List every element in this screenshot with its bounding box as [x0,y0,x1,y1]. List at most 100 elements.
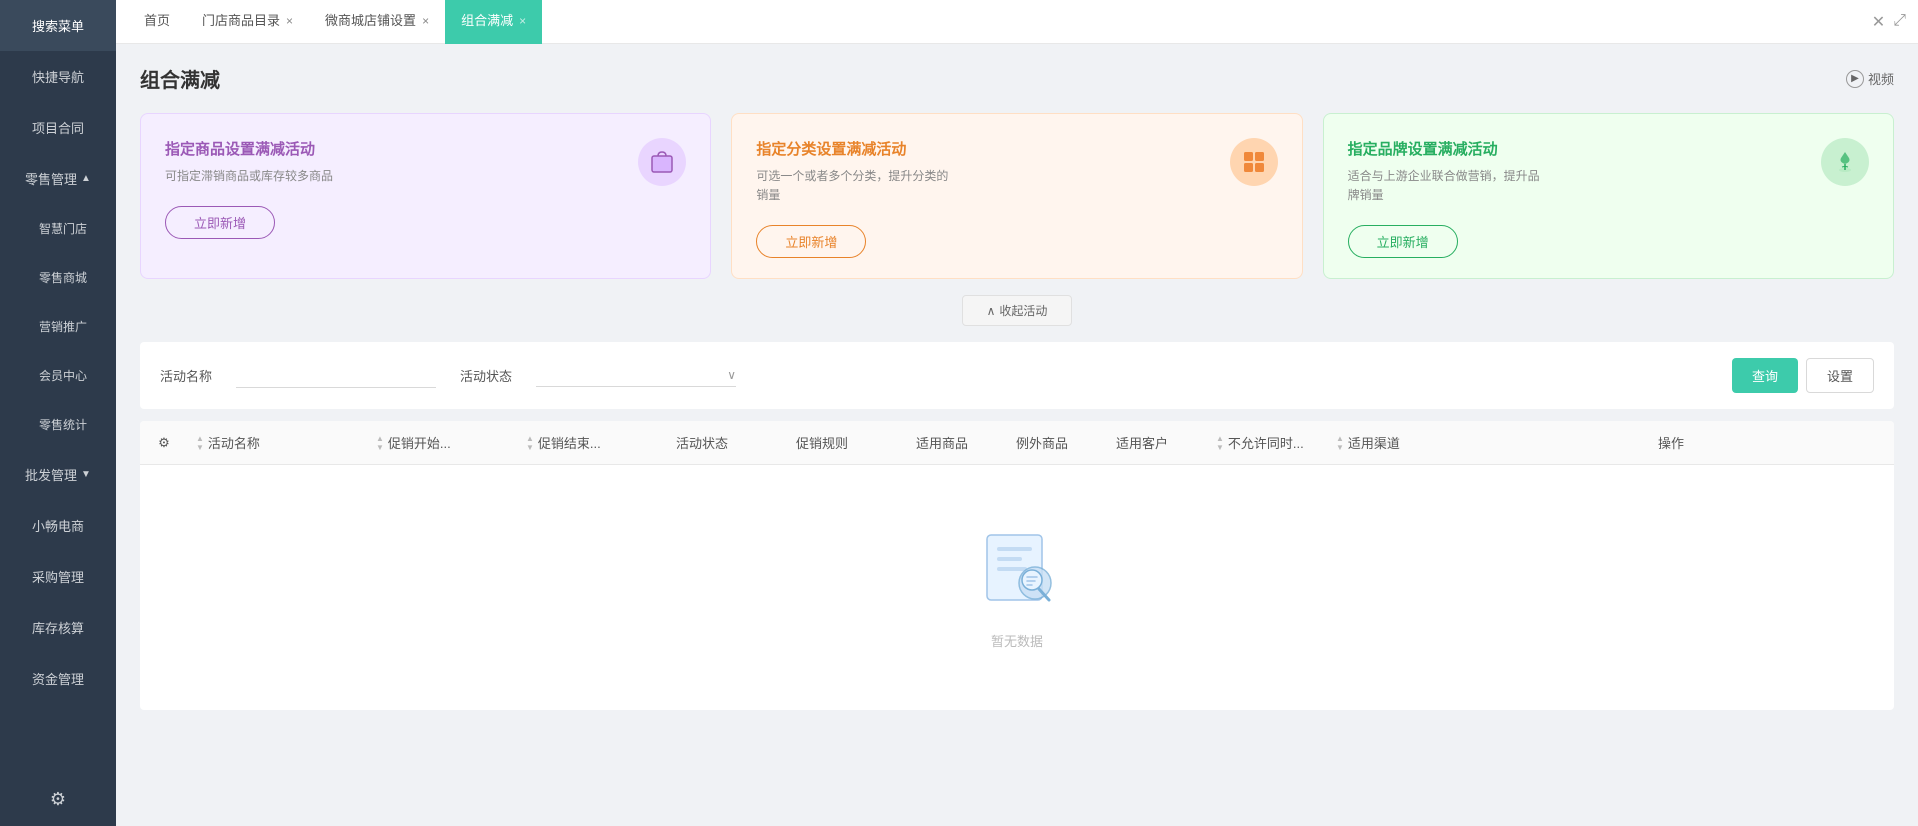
tab-store-catalog[interactable]: 门店商品目录 × [186,0,309,44]
collapse-bar: ∧ 收起活动 [140,295,1894,326]
activity-name-filter-label: 活动名称 [160,366,212,385]
category-card-icon [1230,138,1278,186]
category-card-add-button[interactable]: 立即新增 [756,225,866,258]
setting-button[interactable]: 设置 [1806,358,1874,393]
page-title: 组合满减 [140,64,220,93]
sidebar-item-label: 零售商城 [39,271,87,285]
close-icon[interactable]: × [286,0,293,43]
product-activity-card: 指定商品设置满减活动 可指定滞销商品或库存较多商品 立即新增 [140,113,711,279]
close-icon[interactable]: × [422,0,429,43]
empty-state: 暂无数据 [140,465,1894,710]
th-applicable-channel[interactable]: ▲▼ 适用渠道 [1328,421,1448,464]
th-no-concurrent[interactable]: ▲▼ 不允许同时... [1208,421,1328,464]
tab-wechat-store-settings-label: 微商城店铺设置 [325,0,416,43]
th-promo-start-label: 促销开始... [388,433,451,452]
th-no-concurrent-label: 不允许同时... [1228,433,1304,452]
sidebar-item-member-center[interactable]: 会员中心 [0,351,116,400]
sidebar-item-marketing[interactable]: 营销推广 [0,302,116,351]
sidebar-item-retail-mall[interactable]: 零售商城 [0,253,116,302]
sidebar-settings-button[interactable]: ⚙ [0,773,116,826]
page-content: 组合满减 ▶ 视频 指定商品设置满减活动 可指定滞销商品或库存较多商品 [116,44,1918,826]
sort-icon: ▲▼ [526,434,534,452]
activity-status-select[interactable]: ∨ [536,364,736,387]
gear-icon: ⚙ [50,789,66,809]
sidebar-item-label: 快捷导航 [32,70,84,85]
th-activity-name[interactable]: ▲▼ 活动名称 [188,421,368,464]
window-expand-icon[interactable]: ⤢ [1893,12,1906,32]
sidebar-item-label: 营销推广 [39,320,87,334]
video-label: 视频 [1868,69,1894,88]
th-promo-rule: 促销规则 [788,421,908,464]
brand-activity-card: 指定品牌设置满减活动 适合与上游企业联合做营销，提升品牌销量 立即新增 [1323,113,1894,279]
filter-actions: 查询 设置 [1732,358,1874,393]
sidebar-item-project-contract[interactable]: 项目合同 [0,102,116,153]
brand-card-desc: 适合与上游企业联合做营销，提升品牌销量 [1348,167,1548,205]
page-header: 组合满减 ▶ 视频 [140,64,1894,93]
th-promo-rule-label: 促销规则 [796,433,848,452]
collapse-button[interactable]: ∧ 收起活动 [962,295,1073,326]
sidebar-item-retail-management[interactable]: 零售管理 ▲ [0,153,116,204]
tab-home-label: 首页 [144,0,170,43]
sidebar-item-xiochang-ecommerce[interactable]: 小畅电商 [0,500,116,551]
chevron-up-icon: ∧ [987,304,996,318]
th-promo-start[interactable]: ▲▼ 促销开始... [368,421,518,464]
category-card-desc: 可选一个或者多个分类，提升分类的销量 [756,167,956,205]
table-header: ⚙ ▲▼ 活动名称 ▲▼ 促销开始... ▲▼ 促销结束... 活动状态 [140,421,1894,465]
th-activity-status: 活动状态 [668,421,788,464]
data-table: ⚙ ▲▼ 活动名称 ▲▼ 促销开始... ▲▼ 促销结束... 活动状态 [140,421,1894,710]
sidebar-item-label: 零售统计 [39,418,87,432]
sidebar-item-quick-nav[interactable]: 快捷导航 [0,51,116,102]
category-card-title: 指定分类设置满减活动 [756,138,1277,159]
sort-icon: ▲▼ [196,434,204,452]
th-applicable-product-label: 适用商品 [916,433,968,452]
play-icon: ▶ [1846,70,1864,88]
chevron-down-icon: ▼ [81,469,91,480]
product-card-desc: 可指定滞销商品或库存较多商品 [165,167,365,186]
sidebar-item-label: 零售管理 [25,169,77,188]
category-activity-card: 指定分类设置满减活动 可选一个或者多个分类，提升分类的销量 立即新增 [731,113,1302,279]
sidebar-item-label: 批发管理 [25,465,77,484]
brand-card-icon [1821,138,1869,186]
th-promo-end[interactable]: ▲▼ 促销结束... [518,421,668,464]
video-link[interactable]: ▶ 视频 [1846,69,1894,88]
th-action-label: 操作 [1658,433,1684,452]
brand-card-title: 指定品牌设置满减活动 [1348,138,1869,159]
gear-icon: ⚙ [158,435,170,451]
th-applicable-customer-label: 适用客户 [1116,433,1168,452]
window-close-icon[interactable]: ✕ [1872,12,1885,32]
tab-wechat-store-settings[interactable]: 微商城店铺设置 × [309,0,445,44]
sort-icon: ▲▼ [376,434,384,452]
close-icon[interactable]: × [519,0,526,43]
sidebar-item-label: 资金管理 [32,672,84,687]
sidebar-item-purchase-management[interactable]: 采购管理 [0,551,116,602]
product-card-icon [638,138,686,186]
sidebar-item-label: 库存核算 [32,621,84,636]
collapse-label: 收起活动 [999,302,1047,319]
query-button[interactable]: 查询 [1732,358,1798,393]
tab-bar: 首页 门店商品目录 × 微商城店铺设置 × 组合满减 × ✕ ⤢ [116,0,1918,44]
sidebar: 搜索菜单 快捷导航 项目合同 零售管理 ▲ 智慧门店 零售商城 营销推广 会员中… [0,0,116,826]
sidebar-item-label: 采购管理 [32,570,84,585]
sidebar-item-label: 项目合同 [32,121,84,136]
sidebar-item-finance-management[interactable]: 资金管理 [0,653,116,704]
sidebar-item-inventory-accounting[interactable]: 库存核算 [0,602,116,653]
activity-name-input[interactable] [236,364,436,388]
product-card-add-button[interactable]: 立即新增 [165,206,275,239]
empty-icon [967,525,1067,615]
brand-card-add-button[interactable]: 立即新增 [1348,225,1458,258]
sort-icon: ▲▼ [1216,434,1224,452]
sidebar-item-search-menu[interactable]: 搜索菜单 [0,0,116,51]
sidebar-item-smart-store[interactable]: 智慧门店 [0,204,116,253]
tab-combo-discount[interactable]: 组合满减 × [445,0,542,44]
th-applicable-product: 适用商品 [908,421,1008,464]
tab-right-icons: ✕ ⤢ [1872,12,1906,32]
th-gear[interactable]: ⚙ [140,421,188,464]
sidebar-item-label: 智慧门店 [39,222,87,236]
tab-home[interactable]: 首页 [128,0,186,44]
sidebar-item-retail-stats[interactable]: 零售统计 [0,400,116,449]
sidebar-item-label: 会员中心 [39,369,87,383]
sort-icon: ▲▼ [1336,434,1344,452]
empty-text: 暂无数据 [991,631,1043,650]
th-exception-product-label: 例外商品 [1016,433,1068,452]
sidebar-item-wholesale-management[interactable]: 批发管理 ▼ [0,449,116,500]
